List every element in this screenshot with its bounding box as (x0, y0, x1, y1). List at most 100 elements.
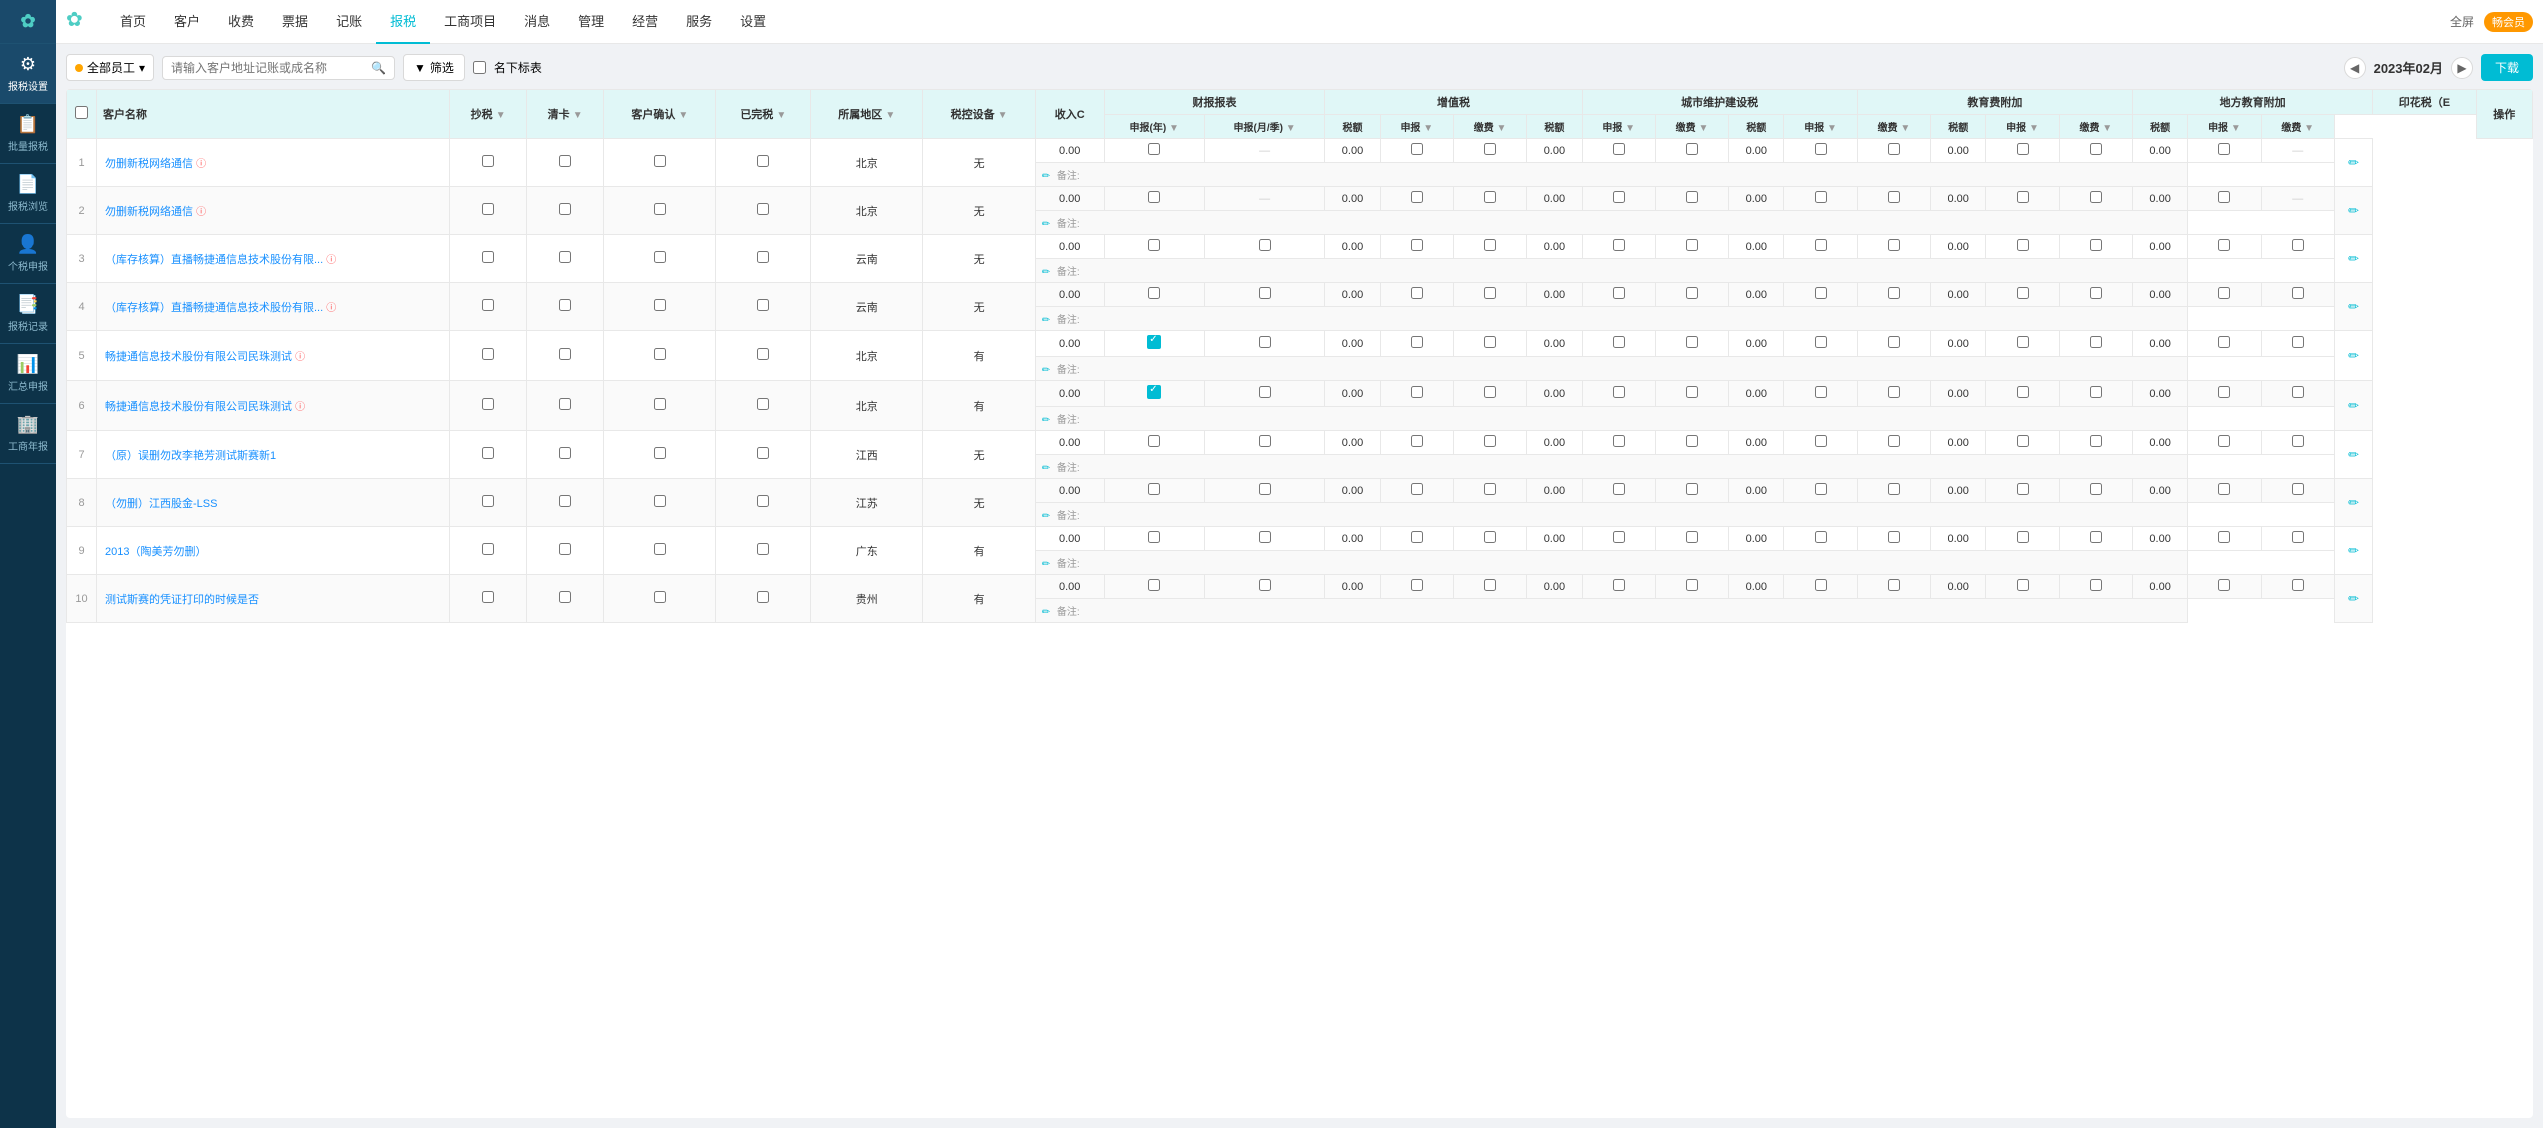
stamp-jf-cell[interactable] (2261, 479, 2334, 503)
zengz-shen-cell[interactable] (1380, 331, 1453, 357)
edit-remark-icon[interactable]: ✏ (1042, 415, 1050, 426)
edu-shen-cell[interactable] (1784, 187, 1857, 211)
caibao-month-cell[interactable] (1204, 331, 1325, 357)
edit-icon[interactable]: ✏ (2348, 543, 2359, 558)
city-shen-cell[interactable] (1582, 139, 1655, 163)
localedu-jf-cell[interactable] (2059, 139, 2132, 163)
chaoshui-cell[interactable] (450, 431, 527, 479)
edu-jf-cell[interactable] (1857, 139, 1930, 163)
sidebar-item-baoshui-view[interactable]: 📄 报税浏览 (0, 164, 56, 224)
localedu-shen-cell[interactable] (1986, 479, 2059, 503)
qingka-cell[interactable] (527, 235, 604, 283)
nav-baoshui[interactable]: 报税 (376, 0, 430, 44)
ops-cell[interactable]: ✏ (2334, 431, 2372, 479)
stamp-shen-cell[interactable] (2188, 331, 2261, 357)
caibao-month-cell[interactable] (1204, 235, 1325, 259)
customer-name-cell[interactable]: 畅捷通信息技术股份有限公司民珠测试 ⓘ (97, 331, 450, 381)
customer-name-cell[interactable]: （原）误删勿改李艳芳测试斯赛新1 (97, 431, 450, 479)
edit-icon[interactable]: ✏ (2348, 251, 2359, 266)
stamp-shen-cell[interactable] (2188, 575, 2261, 599)
edu-jf-cell[interactable] (1857, 187, 1930, 211)
stamp-shen-cell[interactable] (2188, 187, 2261, 211)
sidebar-item-huizong[interactable]: 📊 汇总申报 (0, 344, 56, 404)
search-icon[interactable]: 🔍 (363, 61, 394, 75)
city-shen-cell[interactable] (1582, 575, 1655, 599)
nav-piaoju[interactable]: 票据 (268, 0, 322, 44)
customer-name-cell[interactable]: 测试斯赛的凭证打印的时候是否 (97, 575, 450, 623)
stamp-jf-cell[interactable] (2261, 283, 2334, 307)
wanshui-cell[interactable] (716, 431, 811, 479)
wanshui-cell[interactable] (716, 331, 811, 381)
city-jf-cell[interactable] (1655, 283, 1728, 307)
ops-cell[interactable]: ✏ (2334, 479, 2372, 527)
stamp-shen-cell[interactable] (2188, 479, 2261, 503)
ops-cell[interactable]: ✏ (2334, 139, 2372, 187)
zengz-shen-cell[interactable] (1380, 575, 1453, 599)
ops-cell[interactable]: ✏ (2334, 187, 2372, 235)
edit-icon[interactable]: ✏ (2348, 495, 2359, 510)
stamp-jf-cell[interactable] (2261, 381, 2334, 407)
edu-shen-cell[interactable] (1784, 283, 1857, 307)
nav-xiaoxi[interactable]: 消息 (510, 0, 564, 44)
customer-name-cell[interactable]: 勿删新税网络通信 ⓘ (97, 139, 450, 187)
nav-customer[interactable]: 客户 (160, 0, 214, 44)
caibao-year-cell[interactable] (1104, 527, 1204, 551)
customer-name-cell[interactable]: 2013（陶美芳勿删） (97, 527, 450, 575)
nav-jizhi[interactable]: 记账 (322, 0, 376, 44)
city-shen-cell[interactable] (1582, 331, 1655, 357)
fullscreen-btn[interactable]: 全屏 (2450, 13, 2474, 30)
search-input[interactable] (163, 57, 363, 79)
customer-name-cell[interactable]: 畅捷通信息技术股份有限公司民珠测试 ⓘ (97, 381, 450, 431)
confirm-cell[interactable] (604, 381, 716, 431)
edit-remark-icon[interactable]: ✏ (1042, 219, 1050, 230)
caibao-month-cell[interactable] (1204, 575, 1325, 599)
localedu-shen-cell[interactable] (1986, 527, 2059, 551)
table-wrapper[interactable]: 客户名称 抄税 ▼ 清卡 ▼ 客户确认 ▼ 已完税 ▼ 所属地区 ▼ 税控设备 … (66, 89, 2533, 1118)
caibao-year-cell[interactable] (1104, 381, 1204, 407)
edit-icon[interactable]: ✏ (2348, 203, 2359, 218)
city-jf-cell[interactable] (1655, 527, 1728, 551)
city-jf-cell[interactable] (1655, 235, 1728, 259)
zengz-shen-cell[interactable] (1380, 235, 1453, 259)
stamp-shen-cell[interactable] (2188, 381, 2261, 407)
localedu-jf-cell[interactable] (2059, 479, 2132, 503)
wanshui-cell[interactable] (716, 187, 811, 235)
chaoshui-cell[interactable] (450, 575, 527, 623)
edit-remark-icon[interactable]: ✏ (1042, 463, 1050, 474)
qingka-cell[interactable] (527, 139, 604, 187)
confirm-cell[interactable] (604, 139, 716, 187)
ops-cell[interactable]: ✏ (2334, 381, 2372, 431)
caibao-month-cell[interactable] (1204, 283, 1325, 307)
edit-icon[interactable]: ✏ (2348, 155, 2359, 170)
localedu-jf-cell[interactable] (2059, 283, 2132, 307)
wanshui-cell[interactable] (716, 235, 811, 283)
ops-cell[interactable]: ✏ (2334, 283, 2372, 331)
edit-icon[interactable]: ✏ (2348, 591, 2359, 606)
ops-cell[interactable]: ✏ (2334, 235, 2372, 283)
customer-name-cell[interactable]: 勿删新税网络通信 ⓘ (97, 187, 450, 235)
customer-name-cell[interactable]: （库存核算）直播畅捷通信息技术股份有限... ⓘ (97, 235, 450, 283)
edit-icon[interactable]: ✏ (2348, 447, 2359, 462)
sidebar-item-baoshui-record[interactable]: 📑 报税记录 (0, 284, 56, 344)
edit-icon[interactable]: ✏ (2348, 348, 2359, 363)
caibao-month-cell[interactable]: — (1204, 187, 1325, 211)
nav-shezhi[interactable]: 设置 (726, 0, 780, 44)
chaoshui-cell[interactable] (450, 479, 527, 527)
city-jf-cell[interactable] (1655, 479, 1728, 503)
edu-jf-cell[interactable] (1857, 527, 1930, 551)
chaoshui-cell[interactable] (450, 283, 527, 331)
caibao-year-cell[interactable] (1104, 187, 1204, 211)
localedu-shen-cell[interactable] (1986, 187, 2059, 211)
chaoshui-cell[interactable] (450, 527, 527, 575)
confirm-cell[interactable] (604, 431, 716, 479)
chaoshui-cell[interactable] (450, 331, 527, 381)
select-all-checkbox[interactable] (75, 106, 88, 119)
city-jf-cell[interactable] (1655, 139, 1728, 163)
wanshui-cell[interactable] (716, 575, 811, 623)
edu-shen-cell[interactable] (1784, 235, 1857, 259)
qingka-cell[interactable] (527, 527, 604, 575)
confirm-cell[interactable] (604, 187, 716, 235)
localedu-shen-cell[interactable] (1986, 381, 2059, 407)
zengz-shen-cell[interactable] (1380, 431, 1453, 455)
caibao-year-cell[interactable] (1104, 431, 1204, 455)
